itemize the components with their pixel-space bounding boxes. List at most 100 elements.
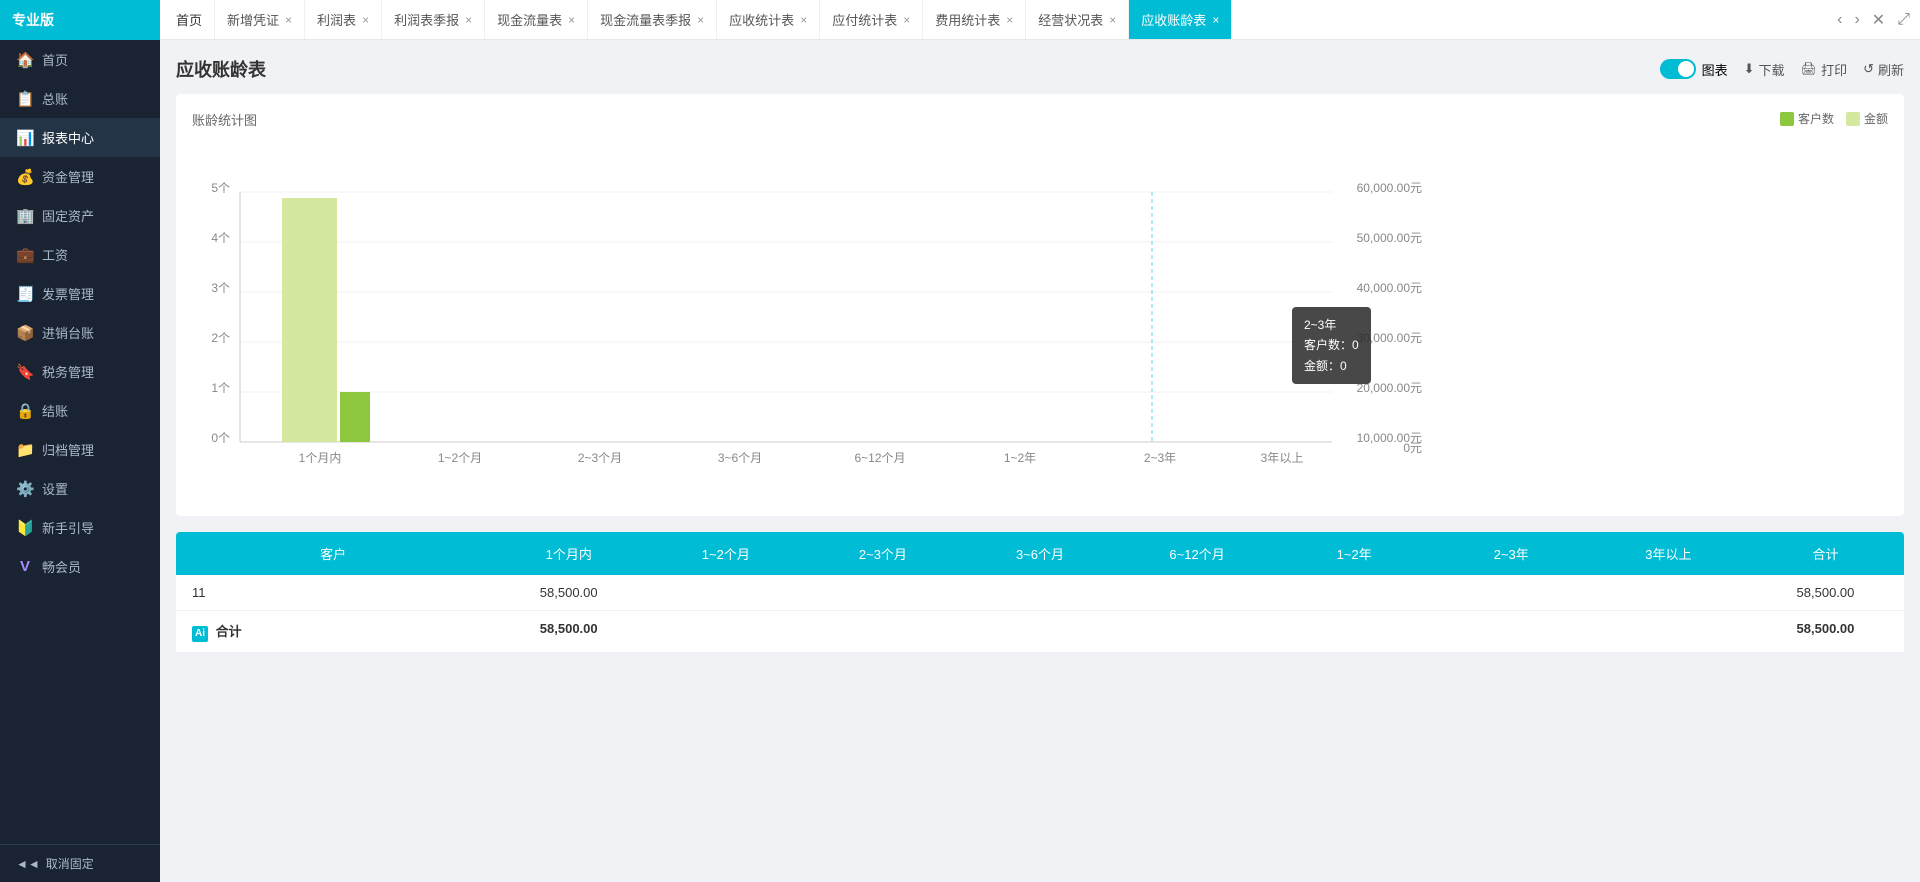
sidebar-item-vip[interactable]: V 畅会员: [0, 547, 160, 586]
stockbook-icon: 📦: [16, 324, 34, 342]
td-y3: [1433, 575, 1590, 610]
total-label-text: 合计: [216, 624, 242, 639]
td-total-y-more: [1590, 611, 1747, 652]
td-y-more: [1590, 575, 1747, 610]
tab-home[interactable]: 首页: [164, 0, 215, 40]
sidebar-item-assets[interactable]: 🏢 固定资产: [0, 196, 160, 235]
settings-icon: ⚙️: [16, 480, 34, 498]
close-icon[interactable]: ×: [362, 13, 369, 27]
sidebar-logo: 专业版: [0, 0, 160, 40]
tab-next-button[interactable]: ›: [1848, 0, 1865, 40]
sidebar-item-guide[interactable]: 🔰 新手引导: [0, 508, 160, 547]
chart-toggle-label: 图表: [1702, 60, 1728, 79]
tab-business-status[interactable]: 经营状况表 ×: [1026, 0, 1129, 40]
td-y2: [1276, 575, 1433, 610]
close-icon[interactable]: ×: [1006, 13, 1013, 27]
tab-label: 现金流量表: [497, 10, 562, 29]
tab-label: 现金流量表季报: [600, 10, 691, 29]
tab-prev-button[interactable]: ‹: [1831, 0, 1848, 40]
print-button[interactable]: 🖨 打印: [1801, 60, 1848, 79]
tab-label: 应收账龄表: [1141, 10, 1206, 29]
tab-cashflow[interactable]: 现金流量表 ×: [485, 0, 588, 40]
sidebar-item-archive[interactable]: 📁 归档管理: [0, 430, 160, 469]
tab-new-voucher[interactable]: 新增凭证 ×: [215, 0, 305, 40]
sidebar-item-salary[interactable]: 💼 工资: [0, 235, 160, 274]
guide-icon: 🔰: [16, 519, 34, 537]
sidebar-item-home[interactable]: 🏠 首页: [0, 40, 160, 79]
sidebar-item-invoice[interactable]: 🧾 发票管理: [0, 274, 160, 313]
data-table: 客户 1个月内 1~2个月 2~3个月 3~6个月 6~12个月 1~2年 2~…: [176, 532, 1904, 653]
close-icon[interactable]: ×: [568, 13, 575, 27]
refresh-button[interactable]: ↺ 刷新: [1863, 60, 1904, 79]
svg-text:3年以上: 3年以上: [1261, 451, 1304, 465]
close-icon[interactable]: ×: [285, 13, 292, 27]
svg-text:3~6个月: 3~6个月: [718, 451, 762, 465]
sidebar-item-reports[interactable]: 📊 报表中心: [0, 118, 160, 157]
chart-svg-container: 5个 4个 3个 2个 1个 0个 60,000.00元 50,000.00元 …: [192, 137, 1888, 500]
unpin-icon: ◄◄: [16, 857, 40, 871]
download-label: 下载: [1759, 60, 1785, 79]
bar-customer-0[interactable]: [340, 392, 370, 442]
svg-text:1~2个月: 1~2个月: [438, 451, 482, 465]
td-total-m1: 58,500.00: [490, 611, 647, 652]
sidebar-item-settings[interactable]: ⚙️ 设置: [0, 469, 160, 508]
close-icon[interactable]: ×: [903, 13, 910, 27]
sidebar-item-label: 总账: [42, 89, 68, 108]
close-icon[interactable]: ×: [1212, 13, 1219, 27]
th-m23: 2~3个月: [804, 532, 961, 575]
close-icon[interactable]: ×: [1109, 13, 1116, 27]
chart-toggle[interactable]: [1660, 59, 1696, 79]
th-m1: 1个月内: [490, 532, 647, 575]
tab-nav-buttons: ‹ › ✕ ⤢: [1831, 0, 1916, 40]
tab-cashflow-quarterly[interactable]: 现金流量表季报 ×: [588, 0, 717, 40]
sidebar-item-label: 税务管理: [42, 362, 94, 381]
tab-expense-stats[interactable]: 费用统计表 ×: [923, 0, 1026, 40]
sidebar-item-label: 固定资产: [42, 206, 94, 225]
th-y12: 1~2年: [1276, 532, 1433, 575]
tab-label: 应付统计表: [832, 10, 897, 29]
tab-ap-stats[interactable]: 应付统计表 ×: [820, 0, 923, 40]
tab-profit-quarterly[interactable]: 利润表季报 ×: [382, 0, 485, 40]
sidebar-item-label: 畅会员: [42, 557, 81, 576]
svg-text:4个: 4个: [211, 231, 230, 245]
sidebar-item-funds[interactable]: 💰 资金管理: [0, 157, 160, 196]
bar-amount-0[interactable]: [282, 198, 337, 442]
close-icon[interactable]: ×: [697, 13, 704, 27]
refresh-label: 刷新: [1878, 60, 1904, 79]
download-button[interactable]: ⬇ 下载: [1744, 60, 1785, 79]
tab-close-all-button[interactable]: ✕: [1866, 0, 1891, 40]
tab-ar-aging[interactable]: 应收账龄表 ×: [1129, 0, 1232, 40]
print-label: 打印: [1821, 60, 1847, 79]
tab-expand-button[interactable]: ⤢: [1891, 0, 1916, 40]
reports-icon: 📊: [16, 129, 34, 147]
funds-icon: 💰: [16, 168, 34, 186]
sidebar-item-label: 新手引导: [42, 518, 94, 537]
sidebar-unpin-button[interactable]: ◄◄ 取消固定: [0, 844, 160, 882]
td-m12: [1119, 575, 1276, 610]
th-y23: 2~3年: [1433, 532, 1590, 575]
tab-profit[interactable]: 利润表 ×: [305, 0, 382, 40]
vip-icon: V: [16, 558, 34, 575]
tab-ar-stats[interactable]: 应收统计表 ×: [717, 0, 820, 40]
legend-amount-label: 金额: [1864, 110, 1888, 127]
sidebar-item-close-account[interactable]: 🔒 结账: [0, 391, 160, 430]
refresh-icon: ↺: [1863, 61, 1874, 77]
sidebar-item-label: 工资: [42, 245, 68, 264]
sidebar-item-label: 发票管理: [42, 284, 94, 303]
sidebar-item-stockbook[interactable]: 📦 进销台账: [0, 313, 160, 352]
sidebar-item-ledger[interactable]: 📋 总账: [0, 79, 160, 118]
page-actions: 图表 ⬇ 下载 🖨 打印 ↺ 刷新: [1660, 59, 1904, 79]
svg-text:6~12个月: 6~12个月: [854, 451, 905, 465]
sidebar-item-tax[interactable]: 🔖 税务管理: [0, 352, 160, 391]
invoice-icon: 🧾: [16, 285, 34, 303]
td-total-label: Ai 合计: [176, 611, 490, 652]
td-total: 58,500.00: [1747, 575, 1904, 610]
th-customer: 客户: [176, 532, 490, 575]
tab-label: 费用统计表: [935, 10, 1000, 29]
svg-text:0个: 0个: [211, 431, 230, 445]
close-icon[interactable]: ×: [465, 13, 472, 27]
salary-icon: 💼: [16, 246, 34, 264]
close-icon[interactable]: ×: [800, 13, 807, 27]
page-content-area: 应收账龄表 图表 ⬇ 下载 🖨 打印 ↺ 刷新: [160, 40, 1920, 882]
td-total-m12: [1119, 611, 1276, 652]
